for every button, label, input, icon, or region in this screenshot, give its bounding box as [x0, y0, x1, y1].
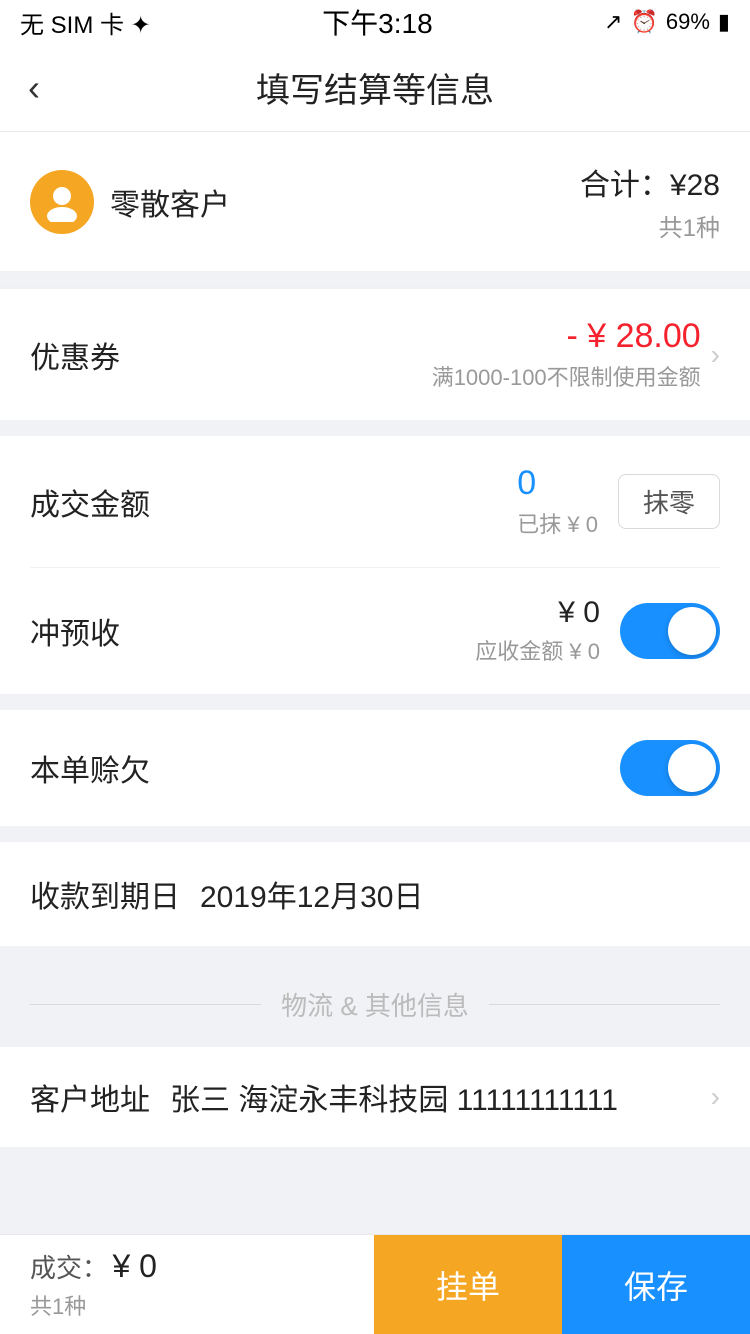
address-value: 张三 海淀永丰科技园 11111111111	[170, 1075, 711, 1119]
divider-section: 物流 & 其他信息	[0, 962, 750, 1047]
bottom-deal-amount: ¥ 0	[112, 1248, 156, 1284]
due-date-section: 收款到期日 2019年12月30日	[0, 842, 750, 946]
due-date-label: 收款到期日	[30, 872, 180, 916]
customer-summary: 合计：¥28 共1种	[580, 160, 720, 243]
hang-button[interactable]: 挂单	[374, 1235, 562, 1334]
deal-amount-row: 成交金额 0 已抹 ¥ 0 抹零	[30, 436, 720, 568]
bottom-count: 共1种	[30, 1289, 344, 1321]
prepay-right: ¥ 0 应收金额 ¥ 0	[475, 596, 720, 666]
divider-text: 物流 & 其他信息	[281, 986, 469, 1023]
battery-level: 69%	[666, 9, 710, 35]
customer-row: 零散客户 合计：¥28 共1种	[0, 132, 750, 271]
coupon-section[interactable]: 优惠券 - ¥ 28.00 满1000-100不限制使用金额 ›	[0, 287, 750, 420]
bottom-deal-row: 成交： ¥ 0	[30, 1248, 344, 1285]
prepay-label: 冲预收	[30, 609, 120, 653]
mid-section: 成交金额 0 已抹 ¥ 0 抹零 冲预收 ¥ 0 应收金额 ¥ 0	[0, 436, 750, 694]
sim-status: 无 SIM 卡 ✦	[20, 5, 151, 40]
status-bar: 无 SIM 卡 ✦ 下午3:18 ↗ ⏰ 69% ▮	[0, 0, 750, 44]
coupon-right: - ¥ 28.00 满1000-100不限制使用金额 ›	[432, 317, 720, 392]
deal-amount-sub: 已抹 ¥ 0	[517, 507, 598, 539]
item-count: 共1种	[580, 208, 720, 243]
coupon-desc: 满1000-100不限制使用金额	[432, 360, 701, 392]
status-right: ↗ ⏰ 69% ▮	[604, 9, 730, 35]
round-button[interactable]: 抹零	[618, 474, 720, 529]
location-icon: ↗	[604, 9, 622, 35]
customer-name: 零散客户	[110, 180, 230, 224]
arrears-section: 本单赊欠	[0, 710, 750, 826]
deal-amount-label: 成交金额	[30, 480, 150, 524]
coupon-label: 优惠券	[30, 333, 120, 377]
bottom-info: 成交： ¥ 0 共1种	[0, 1248, 374, 1321]
coupon-row[interactable]: 优惠券 - ¥ 28.00 满1000-100不限制使用金额 ›	[0, 288, 750, 420]
address-section[interactable]: 客户地址 张三 海淀永丰科技园 11111111111 ›	[0, 1047, 750, 1147]
chevron-right-icon: ›	[711, 339, 720, 371]
address-row[interactable]: 客户地址 张三 海淀永丰科技园 11111111111 ›	[30, 1075, 720, 1119]
battery-icon: ▮	[718, 9, 730, 35]
avatar	[30, 170, 94, 234]
nav-bar: ‹ 填写结算等信息	[0, 44, 750, 132]
address-chevron-icon: ›	[711, 1081, 720, 1113]
divider-line: 物流 & 其他信息	[30, 986, 720, 1023]
address-label: 客户地址	[30, 1075, 150, 1119]
arrears-toggle[interactable]	[620, 740, 720, 796]
bottom-bar: 成交： ¥ 0 共1种 挂单 保存	[0, 1234, 750, 1334]
due-date-value: 2019年12月30日	[200, 872, 423, 916]
prepay-amount: ¥ 0	[558, 596, 600, 630]
save-button[interactable]: 保存	[562, 1235, 750, 1334]
toggle-knob	[668, 607, 716, 655]
arrears-toggle-knob	[668, 744, 716, 792]
total-amount: 合计：¥28	[580, 160, 720, 204]
prepay-amounts: ¥ 0 应收金额 ¥ 0	[475, 596, 600, 666]
bottom-deal-label: 成交：	[30, 1253, 108, 1283]
deal-amount-value: 0	[517, 464, 598, 503]
page-title: 填写结算等信息	[256, 63, 494, 112]
back-button[interactable]: ‹	[28, 67, 40, 109]
coupon-discount: - ¥ 28.00	[432, 317, 701, 356]
status-left: 无 SIM 卡 ✦	[20, 5, 151, 40]
prepay-row: 冲预收 ¥ 0 应收金额 ¥ 0	[30, 568, 720, 694]
deal-amount-right: 0 已抹 ¥ 0 抹零	[517, 464, 720, 539]
arrears-label: 本单赊欠	[30, 746, 150, 790]
status-time: 下午3:18	[322, 2, 433, 42]
alarm-icon: ⏰	[630, 9, 657, 35]
prepay-sub: 应收金额 ¥ 0	[475, 634, 600, 666]
customer-info: 零散客户	[30, 170, 230, 234]
prepay-toggle[interactable]	[620, 603, 720, 659]
